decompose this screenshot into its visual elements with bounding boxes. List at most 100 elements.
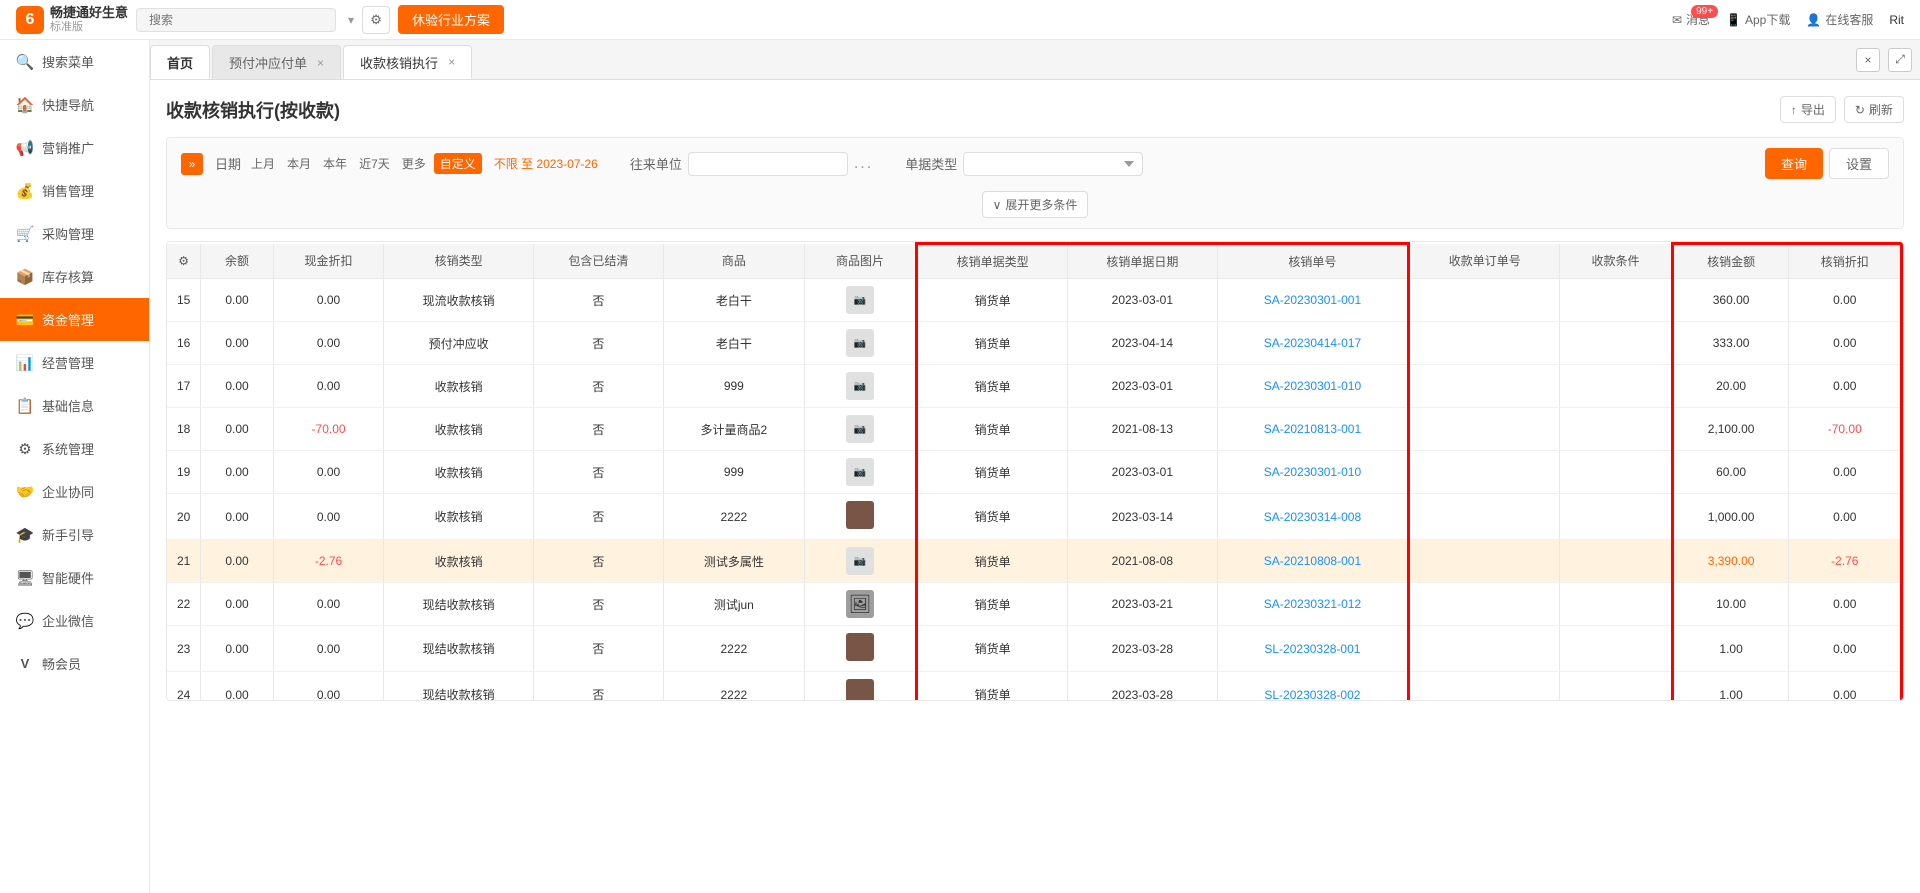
sidebar-item-marketing[interactable]: 📢 营销推广 <box>0 126 149 169</box>
td-cancel-bill-no[interactable]: SA-20210813-001 <box>1217 408 1409 451</box>
td-cash-discount: 0.00 <box>273 279 384 322</box>
bill-no-link[interactable]: SA-20230314-008 <box>1264 510 1361 524</box>
td-cancel-type: 预付冲应收 <box>384 322 533 365</box>
td-include-settled: 否 <box>533 408 663 451</box>
sidebar-item-system[interactable]: ⚙ 系统管理 <box>0 427 149 470</box>
tab-prepay-close[interactable]: × <box>317 56 324 70</box>
td-cancel-bill-no[interactable]: SA-20230314-008 <box>1217 494 1409 540</box>
td-cancel-bill-no[interactable]: SL-20230328-001 <box>1217 626 1409 672</box>
date-opt-prev-month[interactable]: 上月 <box>247 153 279 174</box>
sidebar-item-guide[interactable]: 🎓 新手引导 <box>0 513 149 556</box>
sidebar-item-member[interactable]: V 畅会员 <box>0 642 149 685</box>
expand-conditions-button[interactable]: ∨ 展开更多条件 <box>982 191 1089 218</box>
bill-no-link[interactable]: SA-20230301-001 <box>1264 293 1361 307</box>
search-input[interactable] <box>136 8 336 32</box>
bill-type-label: 单据类型 <box>905 154 957 173</box>
sidebar-item-basic[interactable]: 📋 基础信息 <box>0 384 149 427</box>
td-cancel-bill-date: 2023-03-01 <box>1068 451 1217 494</box>
date-opt-this-year[interactable]: 本年 <box>319 153 351 174</box>
td-cancel-bill-no[interactable]: SA-20230301-010 <box>1217 451 1409 494</box>
tab-close-button[interactable]: × <box>1856 48 1880 72</box>
export-icon: ↑ <box>1791 103 1797 117</box>
sidebar-item-wechat[interactable]: 💬 企业微信 <box>0 599 149 642</box>
th-settings[interactable]: ⚙ <box>167 244 201 279</box>
td-no: 23 <box>167 626 201 672</box>
td-cancel-amount: 60.00 <box>1672 451 1789 494</box>
sidebar-item-finance[interactable]: 💳 资金管理 <box>0 298 149 341</box>
td-receipt-condition <box>1560 365 1672 408</box>
sidebar-label-sales: 销售管理 <box>42 181 94 200</box>
settings-icon[interactable]: ⚙ <box>362 6 390 34</box>
bill-no-link[interactable]: SL-20230328-001 <box>1264 642 1360 656</box>
sidebar-label-search: 搜索菜单 <box>42 52 94 71</box>
td-cash-discount: 0.00 <box>273 583 384 626</box>
tab-home[interactable]: 首页 <box>150 45 210 79</box>
td-cancel-type: 现流收款核销 <box>384 279 533 322</box>
td-cancel-amount: 1.00 <box>1672 672 1789 702</box>
td-receipt-condition <box>1560 540 1672 583</box>
filter-expand-arrow[interactable]: » <box>181 153 203 175</box>
tab-prepay[interactable]: 预付冲应付单 × <box>212 45 341 79</box>
date-opt-7days[interactable]: 近7天 <box>355 153 394 174</box>
page-content: 收款核销执行(按收款) ↑ 导出 ↻ 刷新 » 日期 <box>150 80 1920 893</box>
td-cancel-bill-no[interactable]: SA-20230301-010 <box>1217 365 1409 408</box>
sidebar-item-collab[interactable]: 🤝 企业协同 <box>0 470 149 513</box>
sidebar-item-operations[interactable]: 📊 经营管理 <box>0 341 149 384</box>
td-cancel-bill-no[interactable]: SA-20230321-012 <box>1217 583 1409 626</box>
sidebar-item-search[interactable]: 🔍 搜索菜单 <box>0 40 149 83</box>
industry-button[interactable]: 休验行业方案 <box>398 5 504 34</box>
tab-bar-actions: × ⤢ <box>1856 48 1912 72</box>
bill-no-link[interactable]: SA-20210808-001 <box>1264 554 1361 568</box>
sidebar-item-purchase[interactable]: 🛒 采购管理 <box>0 212 149 255</box>
td-cash-discount: 0.00 <box>273 672 384 702</box>
refresh-button[interactable]: ↻ 刷新 <box>1844 96 1904 123</box>
bill-no-link[interactable]: SL-20230328-002 <box>1264 688 1360 702</box>
th-product: 商品 <box>663 244 804 279</box>
sidebar-item-nav[interactable]: 🏠 快捷导航 <box>0 83 149 126</box>
td-receipt-order-no <box>1409 626 1560 672</box>
table-settings-button[interactable]: 设置 <box>1829 148 1889 179</box>
table-row: 24 0.00 0.00 现结收款核销 否 2222 销货单 2023-03-2… <box>167 672 1902 702</box>
tab-cancel[interactable]: 收款核销执行 × <box>343 45 472 79</box>
username: Rit <box>1889 13 1904 27</box>
from-unit-input[interactable] <box>688 152 848 176</box>
app-download-button[interactable]: 📱 App下载 <box>1726 11 1790 28</box>
bill-no-link[interactable]: SA-20230321-012 <box>1264 597 1361 611</box>
date-opt-more[interactable]: 更多 <box>398 153 430 174</box>
td-cancel-bill-no[interactable]: SL-20230328-002 <box>1217 672 1409 702</box>
top-bar-right: ✉ 消息 99+ 📱 App下载 👤 在线客服 Rit <box>1672 11 1904 28</box>
td-cancel-bill-date: 2023-03-01 <box>1068 365 1217 408</box>
inventory-icon: 📦 <box>16 268 34 286</box>
bill-type-select[interactable] <box>963 152 1143 176</box>
service-icon: 👤 <box>1806 13 1821 27</box>
export-label: 导出 <box>1801 101 1825 118</box>
export-button[interactable]: ↑ 导出 <box>1780 96 1836 123</box>
date-opt-custom[interactable]: 自定义 <box>434 153 482 174</box>
td-balance: 0.00 <box>201 365 273 408</box>
td-cancel-type: 现结收款核销 <box>384 583 533 626</box>
sidebar-item-hardware[interactable]: 🖥 智能硬件 <box>0 556 149 599</box>
notification-button[interactable]: ✉ 消息 99+ <box>1672 11 1710 28</box>
td-cancel-bill-no[interactable]: SA-20230414-017 <box>1217 322 1409 365</box>
online-service-button[interactable]: 👤 在线客服 <box>1806 11 1873 28</box>
bill-no-link[interactable]: SA-20230414-017 <box>1264 336 1361 350</box>
date-opt-this-month[interactable]: 本月 <box>283 153 315 174</box>
td-cancel-type: 收款核销 <box>384 494 533 540</box>
query-button[interactable]: 查询 <box>1765 148 1823 179</box>
bill-no-link[interactable]: SA-20230301-010 <box>1264 379 1361 393</box>
td-cancel-bill-no[interactable]: SA-20210808-001 <box>1217 540 1409 583</box>
sidebar-item-sales[interactable]: 💰 销售管理 <box>0 169 149 212</box>
bill-no-link[interactable]: SA-20230301-010 <box>1264 465 1361 479</box>
tab-cancel-close[interactable]: × <box>448 55 455 69</box>
td-no: 17 <box>167 365 201 408</box>
td-receipt-order-no <box>1409 540 1560 583</box>
bill-no-link[interactable]: SA-20210813-001 <box>1264 422 1361 436</box>
td-cancel-bill-no[interactable]: SA-20230301-001 <box>1217 279 1409 322</box>
sidebar-item-inventory[interactable]: 📦 库存核算 <box>0 255 149 298</box>
td-product: 999 <box>663 451 804 494</box>
tab-expand-button[interactable]: ⤢ <box>1888 48 1912 72</box>
td-cancel-bill-type: 销货单 <box>917 494 1068 540</box>
service-label: 在线客服 <box>1825 11 1873 28</box>
td-include-settled: 否 <box>533 626 663 672</box>
sidebar-label-purchase: 采购管理 <box>42 224 94 243</box>
